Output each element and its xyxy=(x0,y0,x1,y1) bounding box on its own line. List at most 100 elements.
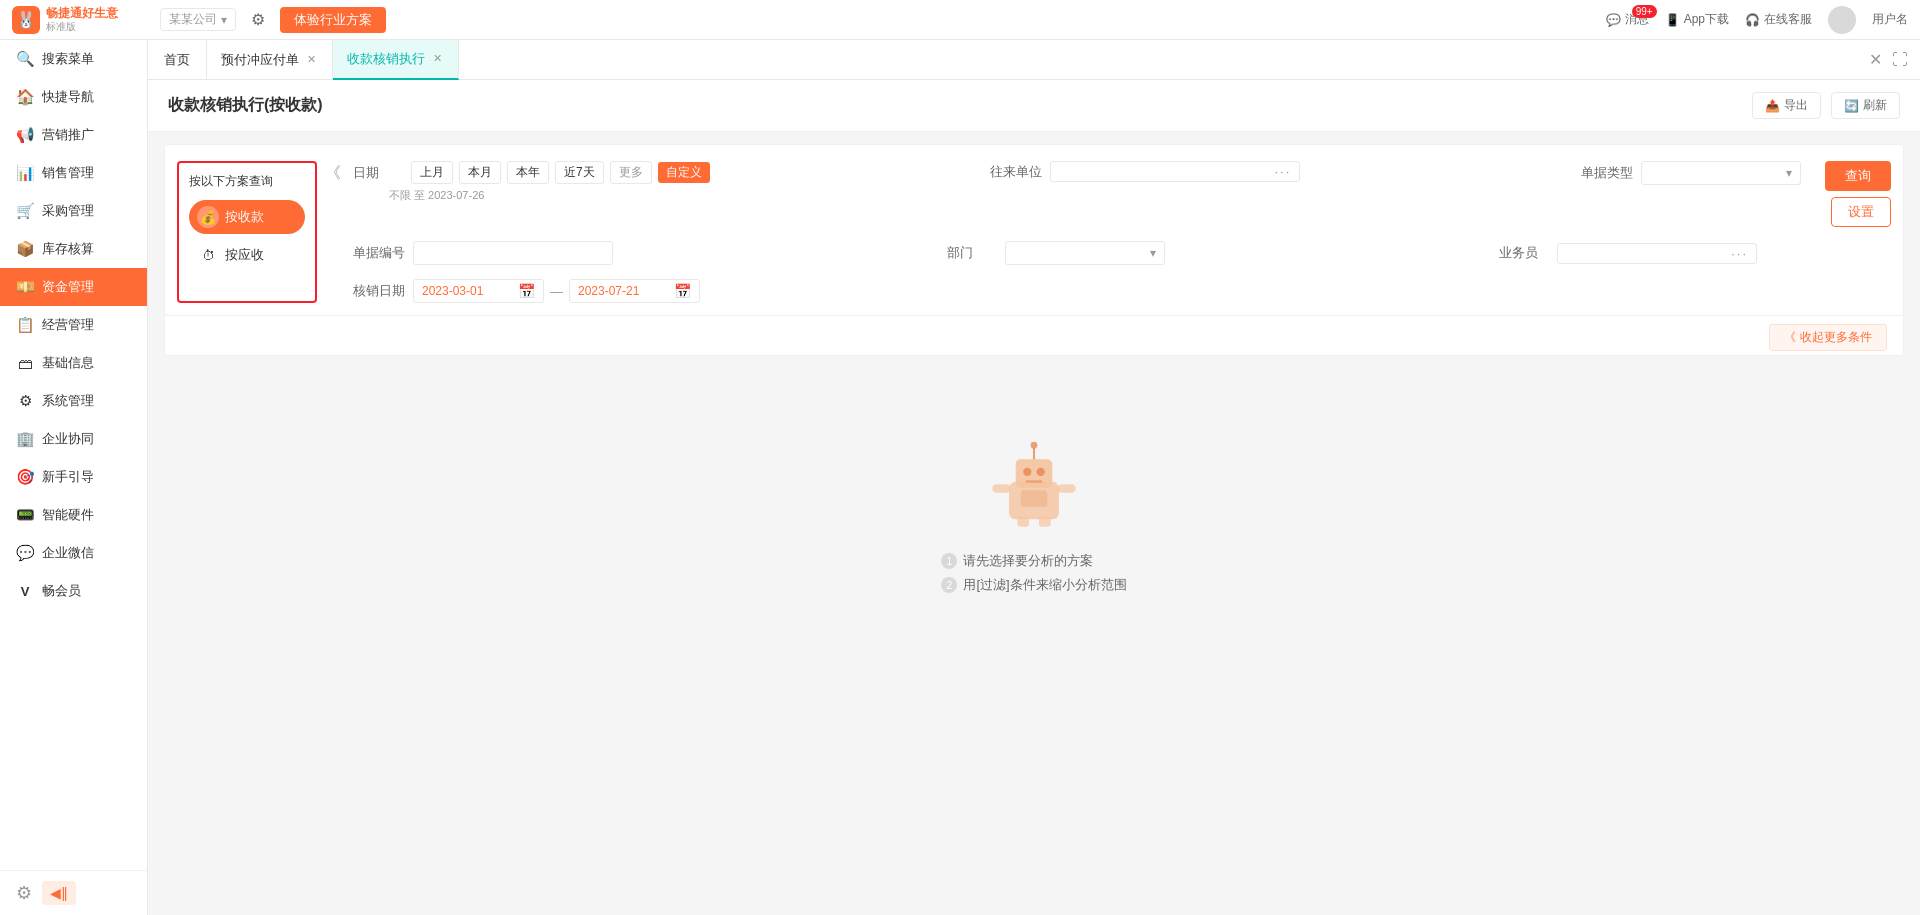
tip-text-1: 请先选择要分析的方案 xyxy=(963,552,1093,570)
voucher-type-select[interactable]: ▾ xyxy=(1641,161,1801,185)
inventory-icon: 📦 xyxy=(16,240,34,258)
tip-text-2: 用[过滤]条件来缩小分析范围 xyxy=(963,576,1126,594)
user-avatar[interactable] xyxy=(1828,6,1856,34)
filter-left-panel: 按以下方案查询 💰 按收款 ⏱ 按应收 xyxy=(177,161,317,303)
sidebar-item-basic[interactable]: 🗃 基础信息 xyxy=(0,344,147,382)
dept-select[interactable]: ▾ xyxy=(1005,241,1165,265)
date-btn-more[interactable]: 更多 xyxy=(610,161,652,184)
svg-rect-10 xyxy=(1039,517,1051,527)
filter-collapse-button[interactable]: 《 xyxy=(325,161,345,303)
app-download-button[interactable]: 📱 App下载 xyxy=(1665,11,1729,28)
staff-more-icon[interactable]: ··· xyxy=(1731,246,1748,261)
marketing-icon: 📢 xyxy=(16,126,34,144)
sidebar-item-operations[interactable]: 📋 经营管理 xyxy=(0,306,147,344)
writeoff-date-range: 📅 — 📅 xyxy=(413,279,700,303)
sidebar-label-system: 系统管理 xyxy=(42,392,94,410)
sidebar-label-hardware: 智能硬件 xyxy=(42,506,94,524)
sidebar-label-purchase: 采购管理 xyxy=(42,202,94,220)
tip-number-2: 2 xyxy=(941,577,957,593)
writeoff-date-end-calendar-icon[interactable]: 📅 xyxy=(674,283,691,299)
sidebar-item-newbie[interactable]: 🎯 新手引导 xyxy=(0,458,147,496)
writeoff-date-end-wrap: 📅 xyxy=(569,279,700,303)
voucher-label: 单据编号 xyxy=(353,244,405,262)
filter-settings-button[interactable]: 设置 xyxy=(1831,197,1891,227)
tab-expand-icon[interactable]: ⛶ xyxy=(1888,47,1912,73)
export-icon: 📤 xyxy=(1765,99,1780,113)
page-title-bar: 收款核销执行(按收款) 📤 导出 🔄 刷新 xyxy=(148,80,1920,132)
sidebar-item-hardware[interactable]: 📟 智能硬件 xyxy=(0,496,147,534)
tab-prepay-close[interactable]: ✕ xyxy=(305,51,318,68)
main-layout: 🔍 搜索菜单 🏠 快捷导航 📢 营销推广 📊 销售管理 🛒 采购管理 📦 库存核… xyxy=(0,40,1920,915)
dept-label: 部门 xyxy=(947,244,997,262)
page-container: 收款核销执行(按收款) 📤 导出 🔄 刷新 按以下方案查询 xyxy=(148,80,1920,915)
sidebar-label-finance: 资金管理 xyxy=(42,278,94,296)
date-custom-badge[interactable]: 自定义 xyxy=(658,162,710,183)
dept-dropdown-icon: ▾ xyxy=(1150,246,1156,260)
receipt-option-label: 按收款 xyxy=(225,208,264,226)
sidebar-label-inventory: 库存核算 xyxy=(42,240,94,258)
solution-button[interactable]: 体验行业方案 xyxy=(280,7,386,33)
sidebar-item-enterprise[interactable]: 🏢 企业协同 xyxy=(0,420,147,458)
date-hint: 不限 至 2023-07-26 xyxy=(389,188,484,203)
tab-receipt-writeoff[interactable]: 收款核销执行 ✕ xyxy=(333,40,459,80)
online-service-button[interactable]: 🎧 在线客服 xyxy=(1745,11,1812,28)
mobile-icon: 📱 xyxy=(1665,13,1680,27)
date-btn-this-year[interactable]: 本年 xyxy=(507,161,549,184)
sidebar-item-system[interactable]: ⚙ 系统管理 xyxy=(0,382,147,420)
filter-option-by-receivable[interactable]: ⏱ 按应收 xyxy=(189,238,305,272)
refresh-button[interactable]: 🔄 刷新 xyxy=(1831,92,1900,119)
partner-filter-group: 往来单位 ··· xyxy=(990,161,1300,182)
filter-option-by-receipt[interactable]: 💰 按收款 xyxy=(189,200,305,234)
tab-prepay[interactable]: 预付冲应付单 ✕ xyxy=(207,40,333,80)
export-button[interactable]: 📤 导出 xyxy=(1752,92,1821,119)
messages-badge: 99+ xyxy=(1632,5,1657,18)
refresh-icon: 🔄 xyxy=(1844,99,1859,113)
purchase-icon: 🛒 xyxy=(16,202,34,220)
tab-close-all-icon[interactable]: ✕ xyxy=(1865,46,1886,73)
staff-input[interactable] xyxy=(1566,246,1727,260)
sales-icon: 📊 xyxy=(16,164,34,182)
sidebar-item-inventory[interactable]: 📦 库存核算 xyxy=(0,230,147,268)
partner-input[interactable] xyxy=(1059,165,1270,179)
content-area: 首页 预付冲应付单 ✕ 收款核销执行 ✕ ✕ ⛶ 收款核销执行(按收款) xyxy=(148,40,1920,915)
sidebar-item-sales[interactable]: 📊 销售管理 xyxy=(0,154,147,192)
sidebar-item-search-menu[interactable]: 🔍 搜索菜单 xyxy=(0,40,147,78)
sidebar-settings-icon[interactable]: ⚙ xyxy=(16,882,32,904)
sidebar-item-member[interactable]: V 畅会员 xyxy=(0,572,147,610)
tab-home[interactable]: 首页 xyxy=(148,40,207,80)
company-dropdown-icon[interactable]: ▾ xyxy=(221,13,227,27)
writeoff-date-start-calendar-icon[interactable]: 📅 xyxy=(518,283,535,299)
settings-gear-button[interactable]: ⚙ xyxy=(244,6,272,34)
svg-rect-6 xyxy=(1057,484,1075,492)
date-btn-7days[interactable]: 近7天 xyxy=(555,161,604,184)
wechat-icon: 💬 xyxy=(16,544,34,562)
sidebar-collapse-button[interactable]: ◀‖ xyxy=(42,881,76,905)
sidebar-label-search-menu: 搜索菜单 xyxy=(42,50,94,68)
voucher-input[interactable] xyxy=(413,241,613,265)
sidebar-item-finance[interactable]: 💴 资金管理 xyxy=(0,268,147,306)
date-btn-this-month[interactable]: 本月 xyxy=(459,161,501,184)
partner-more-icon[interactable]: ··· xyxy=(1275,164,1292,179)
date-quick-buttons: 上月 本月 本年 近7天 更多 自定义 xyxy=(411,161,710,184)
home-icon: 🏠 xyxy=(16,88,34,106)
sidebar-item-marketing[interactable]: 📢 营销推广 xyxy=(0,116,147,154)
filter-row-1: 日期 上月 本月 本年 近7天 更多 自定义 不限 至 2 xyxy=(353,161,1891,227)
tab-receipt-writeoff-close[interactable]: ✕ xyxy=(431,50,444,67)
query-button[interactable]: 查询 xyxy=(1825,161,1891,191)
svg-rect-1 xyxy=(1016,459,1053,487)
robot-svg xyxy=(984,436,1084,536)
tab-receipt-writeoff-label: 收款核销执行 xyxy=(347,50,425,68)
messages-button[interactable]: 💬 消息 99+ xyxy=(1606,11,1649,28)
sidebar-item-purchase[interactable]: 🛒 采购管理 xyxy=(0,192,147,230)
svg-point-3 xyxy=(1037,468,1045,476)
collapse-more-button[interactable]: 《 收起更多条件 xyxy=(1769,324,1887,351)
date-btn-last-month[interactable]: 上月 xyxy=(411,161,453,184)
finance-icon: 💴 xyxy=(16,278,34,296)
filter-right-form: 日期 上月 本月 本年 近7天 更多 自定义 不限 至 2 xyxy=(353,161,1891,303)
sidebar-label-wechat: 企业微信 xyxy=(42,544,94,562)
sidebar-item-quick-nav[interactable]: 🏠 快捷导航 xyxy=(0,78,147,116)
writeoff-date-start-input[interactable] xyxy=(422,284,512,298)
writeoff-date-end-input[interactable] xyxy=(578,284,668,298)
sidebar-item-wechat[interactable]: 💬 企业微信 xyxy=(0,534,147,572)
company-selector[interactable]: 某某公司 ▾ xyxy=(160,8,236,31)
